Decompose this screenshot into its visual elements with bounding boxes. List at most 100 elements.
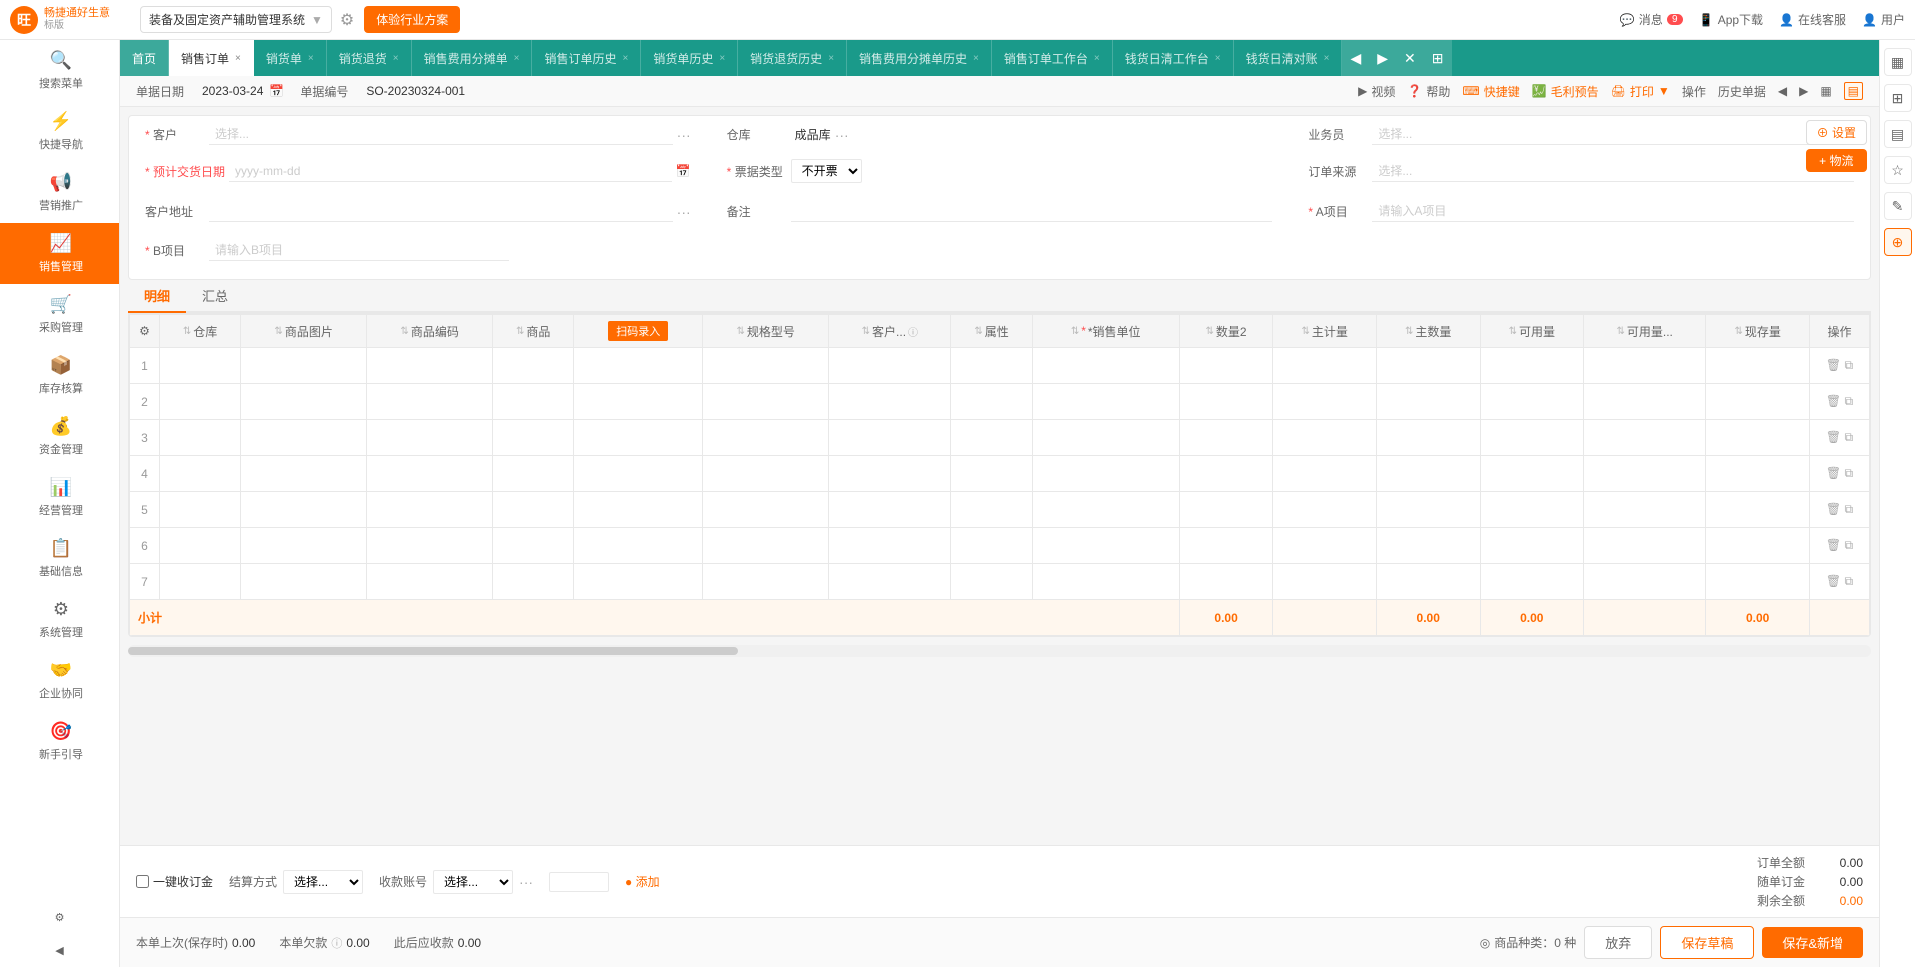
sidebar-item-guide[interactable]: 🎯 新手引导 [0,711,119,772]
sidebar-item-base-info[interactable]: 📋 基础信息 [0,528,119,589]
right-icon-edit[interactable]: ✎ [1884,192,1912,220]
copy-icon[interactable]: ⧉ [1845,466,1854,480]
tab-sales-order[interactable]: 销售订单 × [169,40,254,76]
right-icon-star[interactable]: ☆ [1884,156,1912,184]
tab-close-icon[interactable]: × [828,53,834,64]
staff-input[interactable] [1372,124,1836,145]
user-btn[interactable]: 👤 用户 [1862,11,1905,28]
tab-expand-btn[interactable]: ⊞ [1424,40,1452,76]
tab-close-icon[interactable]: × [235,53,241,64]
tab-sales-order-workbench[interactable]: 销售订单工作台 × [992,40,1113,76]
sidebar-item-inventory[interactable]: 📦 库存核算 [0,345,119,406]
discard-btn[interactable]: 放弃 [1584,926,1652,959]
delete-icon[interactable]: 🗑 [1826,502,1841,516]
quick-confirm-checkbox[interactable] [136,875,149,888]
address-input[interactable] [209,201,673,222]
sidebar-item-sales[interactable]: 📈 销售管理 [0,223,119,284]
delete-icon[interactable]: 🗑 [1826,358,1841,372]
payment-method-select[interactable]: 选择... [283,870,363,894]
add-logistics-btn[interactable]: + 物流 [1806,149,1867,172]
view-btn[interactable]: ▶ 视频 [1358,83,1395,100]
delete-icon[interactable]: 🗑 [1826,538,1841,552]
tab-close-icon[interactable]: × [973,53,979,64]
tab-detail[interactable]: 明细 [128,280,186,313]
operation-btn[interactable]: 操作 [1682,83,1706,100]
tab-more-btn[interactable]: ✕ [1396,40,1424,76]
copy-icon[interactable]: ⧉ [1845,394,1854,408]
tab-close-icon[interactable]: × [1215,53,1221,64]
sidebar-item-finance[interactable]: 💰 资金管理 [0,406,119,467]
tab-prev-btn[interactable]: ◀ [1342,40,1369,76]
tab-sales-expense-history[interactable]: 销售费用分摊单历史 × [847,40,992,76]
delete-icon[interactable]: 🗑 [1826,574,1841,588]
order-source-input[interactable] [1372,161,1854,182]
settings-icon[interactable]: ⚙ [340,10,354,30]
address-dots-icon[interactable]: ··· [677,204,691,220]
tab-credit-account[interactable]: 钱货日清对账 × [1234,40,1343,76]
tab-close-icon[interactable]: × [622,53,628,64]
warehouse-dots-icon[interactable]: ··· [835,127,849,143]
tab-sales-return[interactable]: 销货单 × [254,40,327,76]
tab-next-btn[interactable]: ▶ [1369,40,1396,76]
tab-summary[interactable]: 汇总 [186,280,244,313]
nav-right-icon[interactable]: ▶ [1799,84,1808,98]
sidebar-item-search[interactable]: 🔍 搜索菜单 [0,40,119,101]
sidebar-item-purchase[interactable]: 🛒 采购管理 [0,284,119,345]
tab-sales-order-history[interactable]: 销售订单历史 × [532,40,641,76]
system-selector[interactable]: 装备及固定资产辅助管理系统 ▼ [140,6,332,33]
b-project-input[interactable] [209,240,509,261]
a-project-input[interactable] [1372,201,1854,222]
remarks-input[interactable] [791,201,1273,222]
horizontal-scrollbar[interactable] [128,645,1871,657]
copy-icon[interactable]: ⧉ [1845,430,1854,444]
amount-input[interactable]: 0.00 [549,872,609,892]
delivery-date-input[interactable] [229,161,672,182]
tab-credit-daily[interactable]: 钱货日清工作台 × [1113,40,1234,76]
tab-close-icon[interactable]: × [1094,53,1100,64]
industry-btn[interactable]: 体验行业方案 [364,6,460,33]
copy-icon[interactable]: ⧉ [1845,538,1854,552]
right-icon-layout3[interactable]: ▤ [1884,120,1912,148]
sidebar-item-enterprise[interactable]: 🤝 企业协同 [0,650,119,711]
sidebar-item-operation[interactable]: 📊 经营管理 [0,467,119,528]
tab-sales-refund-history[interactable]: 销货退货历史 × [738,40,847,76]
account-dots-icon[interactable]: ··· [519,874,533,890]
sidebar-settings-btn[interactable]: ⚙ [0,901,119,934]
sidebar-collapse-btn[interactable]: ◀ [0,934,119,967]
online-support-btn[interactable]: 👤 在线客服 [1779,11,1846,28]
grid-view-icon[interactable]: ▦ [1820,84,1831,98]
sidebar-item-system[interactable]: ⚙ 系统管理 [0,589,119,650]
copy-icon[interactable]: ⧉ [1845,574,1854,588]
tab-close-icon[interactable]: × [1324,53,1330,64]
date-picker-icon[interactable]: 📅 [676,164,691,178]
tab-sales-return-history[interactable]: 销货单历史 × [641,40,738,76]
settings-panel-btn[interactable]: ⊕ 设置 [1806,120,1867,145]
message-btn[interactable]: 💬 消息 9 [1620,11,1683,28]
customer-input[interactable] [209,124,673,145]
profit-btn[interactable]: 💹 毛利预告 [1532,83,1599,100]
invoice-type-select[interactable]: 不开票 [791,159,862,183]
tab-close-icon[interactable]: × [514,53,520,64]
tab-close-icon[interactable]: × [393,53,399,64]
help-btn[interactable]: ❓ 帮助 [1407,83,1450,100]
delete-icon[interactable]: 🗑 [1826,394,1841,408]
print-btn[interactable]: 🖨 打印 ▼ [1611,83,1670,100]
app-download-btn[interactable]: 📱 App下载 [1699,11,1763,28]
tab-sales-refund[interactable]: 销货退货 × [327,40,412,76]
tab-close-icon[interactable]: × [719,53,725,64]
copy-icon[interactable]: ⧉ [1845,502,1854,516]
save-draft-btn[interactable]: 保存草稿 [1660,926,1754,959]
history-btn[interactable]: 历史单据 [1718,83,1766,100]
sidebar-item-quick-nav[interactable]: ⚡ 快捷导航 [0,101,119,162]
nav-left-icon[interactable]: ◀ [1778,84,1787,98]
save-new-btn[interactable]: 保存&新增 [1762,927,1863,958]
shortcut-btn[interactable]: ⌨ 快捷键 [1462,83,1519,100]
calendar-icon[interactable]: 📅 [269,84,284,98]
customer-dots-icon[interactable]: ··· [677,127,691,143]
delete-icon[interactable]: 🗑 [1826,466,1841,480]
copy-icon[interactable]: ⧉ [1845,358,1854,372]
sidebar-item-marketing[interactable]: 📢 营销推广 [0,162,119,223]
add-row-btn[interactable]: ● 添加 [625,873,660,890]
list-view-icon[interactable]: ▤ [1844,82,1863,100]
right-icon-action[interactable]: ⊕ [1884,228,1912,256]
